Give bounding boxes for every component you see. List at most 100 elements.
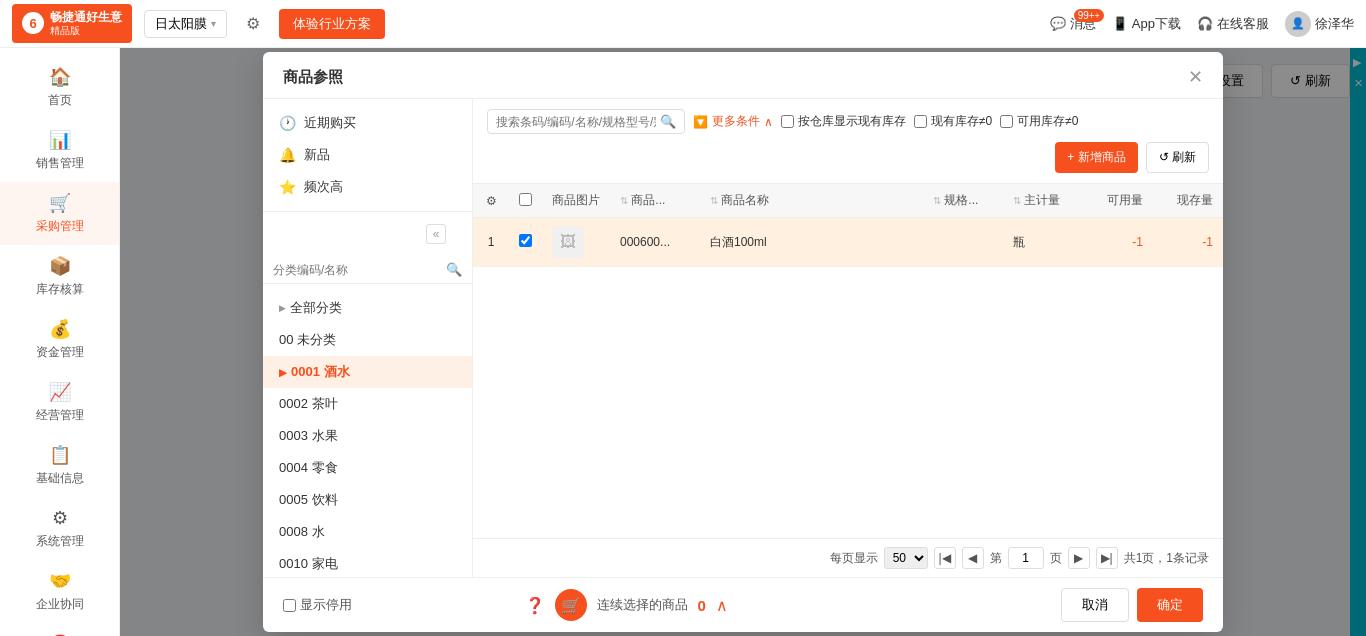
messages-nav[interactable]: 💬 消息 99++ [1050,15,1096,33]
filter-button[interactable]: 🔽 更多条件 ∧ [693,113,773,130]
show-disabled-input[interactable] [283,599,296,612]
quick-access: 🕐 近期购买 🔔 新品 ⭐ 频次高 [263,99,472,212]
quick-item-new[interactable]: 🔔 新品 [263,139,472,171]
cart-button[interactable]: 🛒 [555,589,587,621]
sidebar-item-purchase[interactable]: 🛒 采购管理 [0,182,119,245]
message-icon: 💬 [1050,16,1066,31]
search-icon[interactable]: 🔍 [660,114,676,129]
sidebar-item-inventory[interactable]: 📦 库存核算 [0,245,119,308]
settings-icon[interactable]: ⚙ [239,10,267,38]
show-disabled-checkbox[interactable]: 显示停用 [283,596,352,614]
online-service-nav[interactable]: 🎧 在线客服 [1197,15,1269,33]
table-body: 1 🖼 000600... 白酒100ml [473,218,1223,267]
left-panel: 🕐 近期购买 🔔 新品 ⭐ 频次高 [263,99,473,577]
col-header-settings[interactable]: ⚙ [473,184,509,218]
trial-button[interactable]: 体验行业方案 [279,9,385,39]
select-all-checkbox[interactable] [519,193,532,206]
next-page-button[interactable]: ▶ [1068,547,1090,569]
sidebar-item-home[interactable]: 🏠 首页 [0,56,119,119]
collapse-button[interactable]: « [426,224,446,244]
row-spec [923,218,1003,267]
by-warehouse-checkbox[interactable] [781,115,794,128]
toolbar-right: + 新增商品 ↺ 刷新 [1055,142,1209,173]
cart-label: 连续选择的商品 [597,596,688,614]
category-0008[interactable]: 0008 水 [263,516,472,548]
sidebar-item-basic[interactable]: 📋 基础信息 [0,434,119,497]
modal-body: 🕐 近期购买 🔔 新品 ⭐ 频次高 [263,99,1223,577]
modal-title: 商品参照 [283,68,343,87]
add-product-button[interactable]: + 新增商品 [1055,142,1137,173]
row-name: 白酒100ml [700,218,923,267]
company-dropdown[interactable]: 日太阳膜 ▾ [144,10,227,38]
enterprise-icon: 🤝 [49,570,71,592]
category-search-input[interactable] [273,263,440,277]
row-select-checkbox[interactable] [519,234,532,247]
per-page-select[interactable]: 50 [884,547,928,569]
cart-count: 0 [698,597,706,614]
toolbar: 🔍 🔽 更多条件 ∧ 按仓库显示现有库存 [473,99,1223,184]
modal-close-button[interactable]: ✕ [1188,66,1203,88]
footer-mid: ❓ 🛒 连续选择的商品 0 ∧ [525,589,728,621]
product-reference-modal: 商品参照 ✕ 🕐 近期购买 🔔 [263,52,1223,632]
content-area: 查询 设置 ↺ 刷新 ▶ ✕ 商品参照 ✕ [120,48,1366,636]
col-header-name: ⇅ 商品名称 [700,184,923,218]
sidebar-item-finance[interactable]: 💰 资金管理 [0,308,119,371]
category-0010[interactable]: 0010 家电 [263,548,472,577]
footer-buttons: 取消 确定 [1061,588,1203,622]
modal-footer: 显示停用 ❓ 🛒 连续选择的商品 0 ∧ 取消 确定 [263,577,1223,632]
quick-item-recent[interactable]: 🕐 近期购买 [263,107,472,139]
app-download-nav[interactable]: 📱 App下载 [1112,15,1181,33]
user-nav[interactable]: 👤 徐泽华 [1285,11,1354,37]
logo[interactable]: 6 畅捷通好生意 精品版 [12,4,132,42]
page-number-input[interactable] [1008,547,1044,569]
prev-page-button[interactable]: ◀ [962,547,984,569]
cart-collapse-icon[interactable]: ∧ [716,596,728,615]
category-search-icon[interactable]: 🔍 [446,262,462,277]
mobile-icon: 📱 [1112,16,1128,31]
category-all[interactable]: ▶ 全部分类 [263,292,472,324]
sidebar-item-operation[interactable]: 📈 经营管理 [0,371,119,434]
sidebar-item-system[interactable]: ⚙ 系统管理 [0,497,119,560]
sidebar-item-enterprise[interactable]: 🤝 企业协同 [0,560,119,623]
category-00[interactable]: 00 未分类 [263,324,472,356]
product-table: ⚙ 商品图片 ⇅ [473,184,1223,267]
stock-ne0-checkbox[interactable] [914,115,927,128]
row-checkbox[interactable] [509,218,542,267]
sidebar-item-sales[interactable]: 📊 销售管理 [0,119,119,182]
checkbox-stock-ne0[interactable]: 现有库存≠0 [914,113,992,130]
table-row[interactable]: 1 🖼 000600... 白酒100ml [473,218,1223,267]
triangle-icon: ▶ [279,303,286,313]
confirm-button[interactable]: 确定 [1137,588,1203,622]
basic-icon: 📋 [49,444,71,466]
top-nav: 6 畅捷通好生意 精品版 日太阳膜 ▾ ⚙ 体验行业方案 💬 消息 99++ 📱… [0,0,1366,48]
refresh-button[interactable]: ↺ 刷新 [1146,142,1209,173]
category-0004[interactable]: 0004 零食 [263,452,472,484]
checkbox-by-warehouse[interactable]: 按仓库显示现有库存 [781,113,906,130]
star-icon: ⭐ [279,179,296,195]
table-area: ⚙ 商品图片 ⇅ [473,184,1223,538]
quick-item-frequent[interactable]: ⭐ 频次高 [263,171,472,203]
cancel-button[interactable]: 取消 [1061,588,1129,622]
clock-icon: 🕐 [279,115,296,131]
row-code: 000600... [610,218,700,267]
category-arrow-icon: ▶ [279,367,287,378]
last-page-button[interactable]: ▶| [1096,547,1118,569]
product-search-input[interactable] [496,115,656,129]
avail-ne0-checkbox[interactable] [1000,115,1013,128]
category-0001[interactable]: ▶ 0001 酒水 [263,356,472,388]
category-0005[interactable]: 0005 饮料 [263,484,472,516]
modal-header: 商品参照 ✕ [263,52,1223,99]
col-header-spec: ⇅ 规格... [923,184,1003,218]
first-page-button[interactable]: |◀ [934,547,956,569]
page-suffix: 页 [1050,550,1062,567]
category-0002[interactable]: 0002 茶叶 [263,388,472,420]
help-icon[interactable]: ❓ [525,596,545,615]
inventory-icon: 📦 [49,255,71,277]
right-panel: 🔍 🔽 更多条件 ∧ 按仓库显示现有库存 [473,99,1223,577]
col-header-stock: 现存量 [1153,184,1223,218]
table-header-row: ⚙ 商品图片 ⇅ [473,184,1223,218]
col-header-unit: ⇅ 主计量 [1003,184,1073,218]
sidebar-item-guide[interactable]: 🎯 新手引导 [0,623,119,636]
category-0003[interactable]: 0003 水果 [263,420,472,452]
checkbox-avail-ne0[interactable]: 可用库存≠0 [1000,113,1078,130]
